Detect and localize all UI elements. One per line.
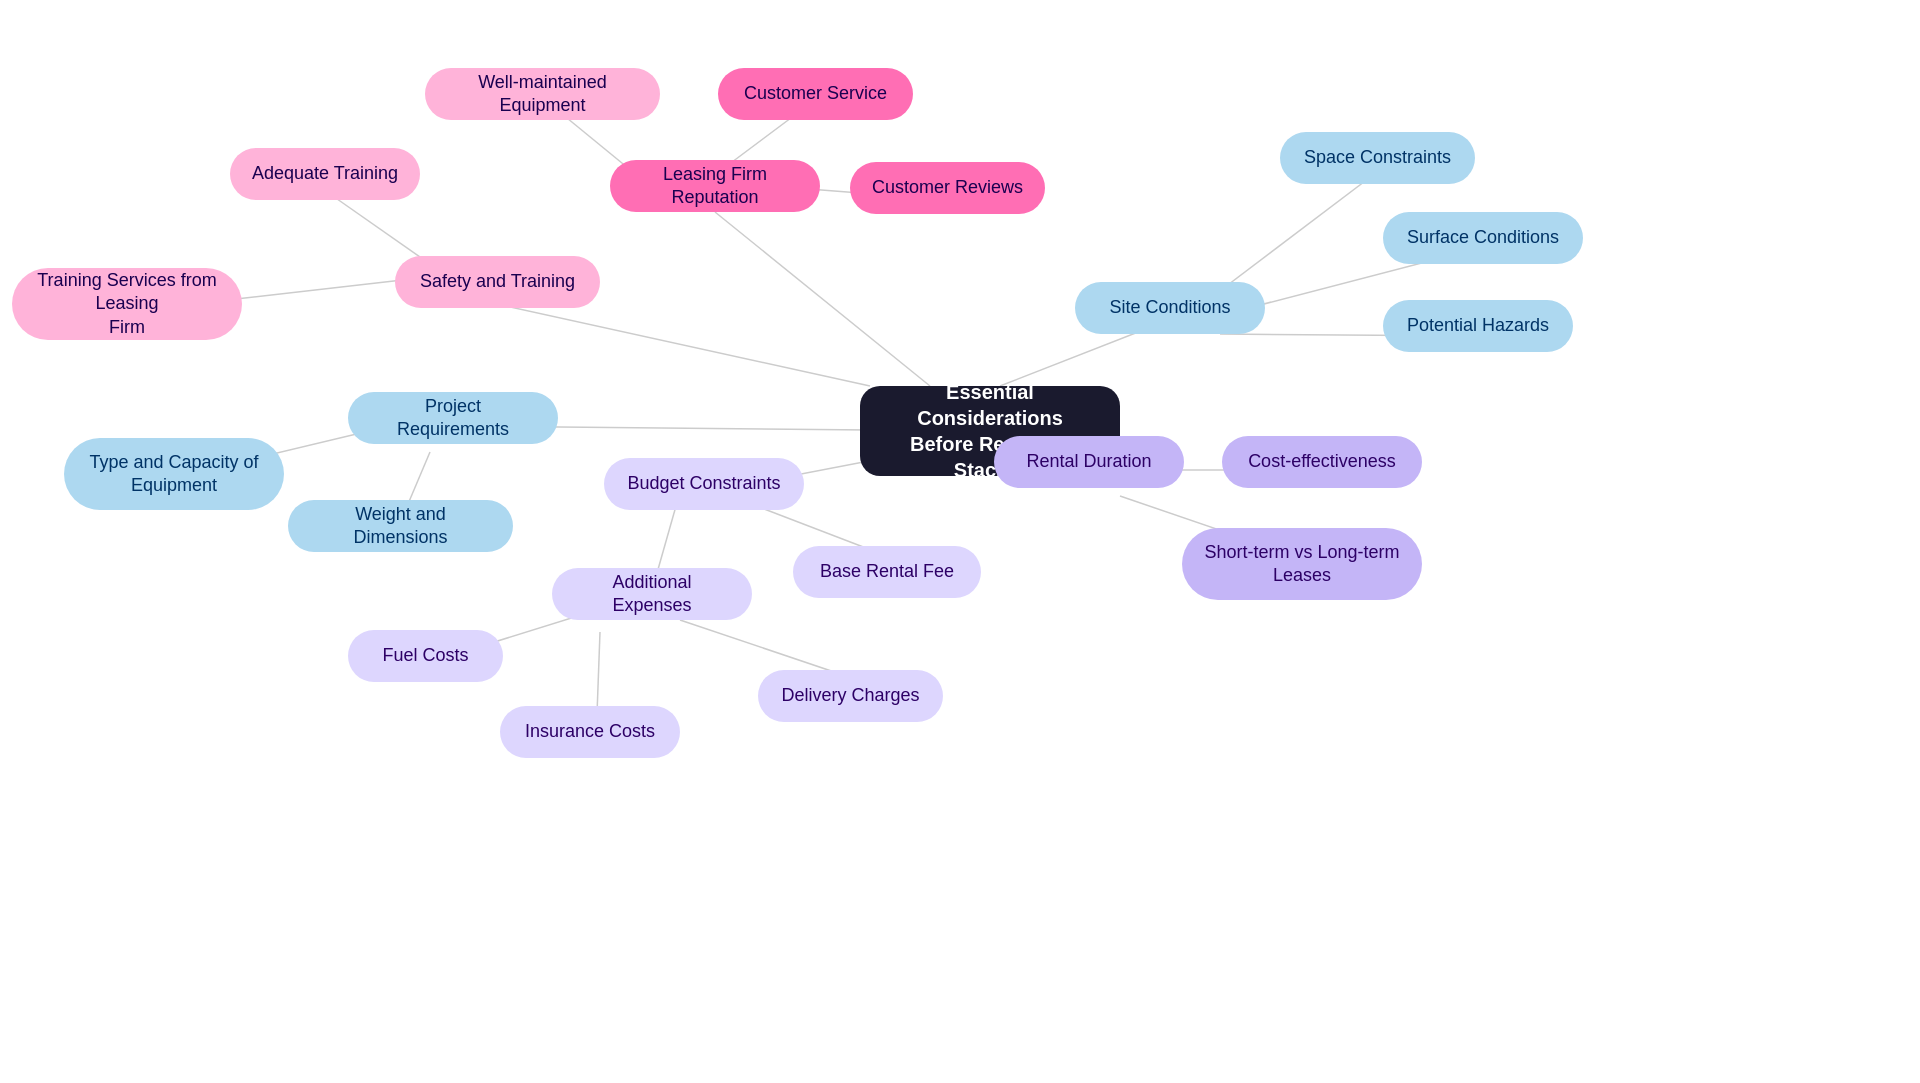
svg-line-12 bbox=[408, 452, 430, 504]
budget-constraints-node: Budget Constraints bbox=[604, 458, 804, 510]
cost-effectiveness-label: Cost-effectiveness bbox=[1248, 450, 1396, 473]
short-term-long-term-label: Short-term vs Long-term Leases bbox=[1204, 541, 1399, 588]
space-constraints-label: Space Constraints bbox=[1304, 146, 1451, 169]
insurance-costs-label: Insurance Costs bbox=[525, 720, 655, 743]
fuel-costs-label: Fuel Costs bbox=[382, 644, 468, 667]
cost-effectiveness-node: Cost-effectiveness bbox=[1222, 436, 1422, 488]
short-term-long-term-node: Short-term vs Long-term Leases bbox=[1182, 528, 1422, 600]
well-maintained-label: Well-maintained Equipment bbox=[445, 71, 640, 118]
customer-service-node: Customer Service bbox=[718, 68, 913, 120]
customer-reviews-node: Customer Reviews bbox=[850, 162, 1045, 214]
safety-training-node: Safety and Training bbox=[395, 256, 600, 308]
budget-constraints-label: Budget Constraints bbox=[627, 472, 780, 495]
customer-service-label: Customer Service bbox=[744, 82, 887, 105]
type-capacity-label: Type and Capacity of Equipment bbox=[89, 451, 258, 498]
surface-conditions-label: Surface Conditions bbox=[1407, 226, 1559, 249]
well-maintained-node: Well-maintained Equipment bbox=[425, 68, 660, 120]
weight-dimensions-label: Weight and Dimensions bbox=[308, 503, 493, 550]
adequate-training-node: Adequate Training bbox=[230, 148, 420, 200]
project-requirements-node: Project Requirements bbox=[348, 392, 558, 444]
space-constraints-node: Space Constraints bbox=[1280, 132, 1475, 184]
weight-dimensions-node: Weight and Dimensions bbox=[288, 500, 513, 552]
svg-line-16 bbox=[597, 632, 600, 714]
training-services-label: Training Services from Leasing Firm bbox=[32, 269, 222, 339]
surface-conditions-node: Surface Conditions bbox=[1383, 212, 1583, 264]
delivery-charges-label: Delivery Charges bbox=[781, 684, 919, 707]
rental-duration-node: Rental Duration bbox=[994, 436, 1184, 488]
potential-hazards-label: Potential Hazards bbox=[1407, 314, 1549, 337]
svg-line-0 bbox=[715, 212, 930, 386]
site-conditions-node: Site Conditions bbox=[1075, 282, 1265, 334]
leasing-firm-reputation-node: Leasing Firm Reputation bbox=[610, 160, 820, 212]
base-rental-fee-node: Base Rental Fee bbox=[793, 546, 981, 598]
delivery-charges-node: Delivery Charges bbox=[758, 670, 943, 722]
insurance-costs-node: Insurance Costs bbox=[500, 706, 680, 758]
svg-line-1 bbox=[497, 304, 870, 386]
additional-expenses-node: Additional Expenses bbox=[552, 568, 752, 620]
training-services-node: Training Services from Leasing Firm bbox=[12, 268, 242, 340]
type-capacity-node: Type and Capacity of Equipment bbox=[64, 438, 284, 510]
fuel-costs-node: Fuel Costs bbox=[348, 630, 503, 682]
additional-expenses-label: Additional Expenses bbox=[572, 571, 732, 618]
site-conditions-label: Site Conditions bbox=[1109, 296, 1230, 319]
base-rental-fee-label: Base Rental Fee bbox=[820, 560, 954, 583]
rental-duration-label: Rental Duration bbox=[1026, 450, 1151, 473]
adequate-training-label: Adequate Training bbox=[252, 162, 398, 185]
leasing-firm-reputation-label: Leasing Firm Reputation bbox=[630, 163, 800, 210]
project-requirements-label: Project Requirements bbox=[368, 395, 538, 442]
customer-reviews-label: Customer Reviews bbox=[872, 176, 1023, 199]
potential-hazards-node: Potential Hazards bbox=[1383, 300, 1573, 352]
safety-training-label: Safety and Training bbox=[420, 270, 575, 293]
